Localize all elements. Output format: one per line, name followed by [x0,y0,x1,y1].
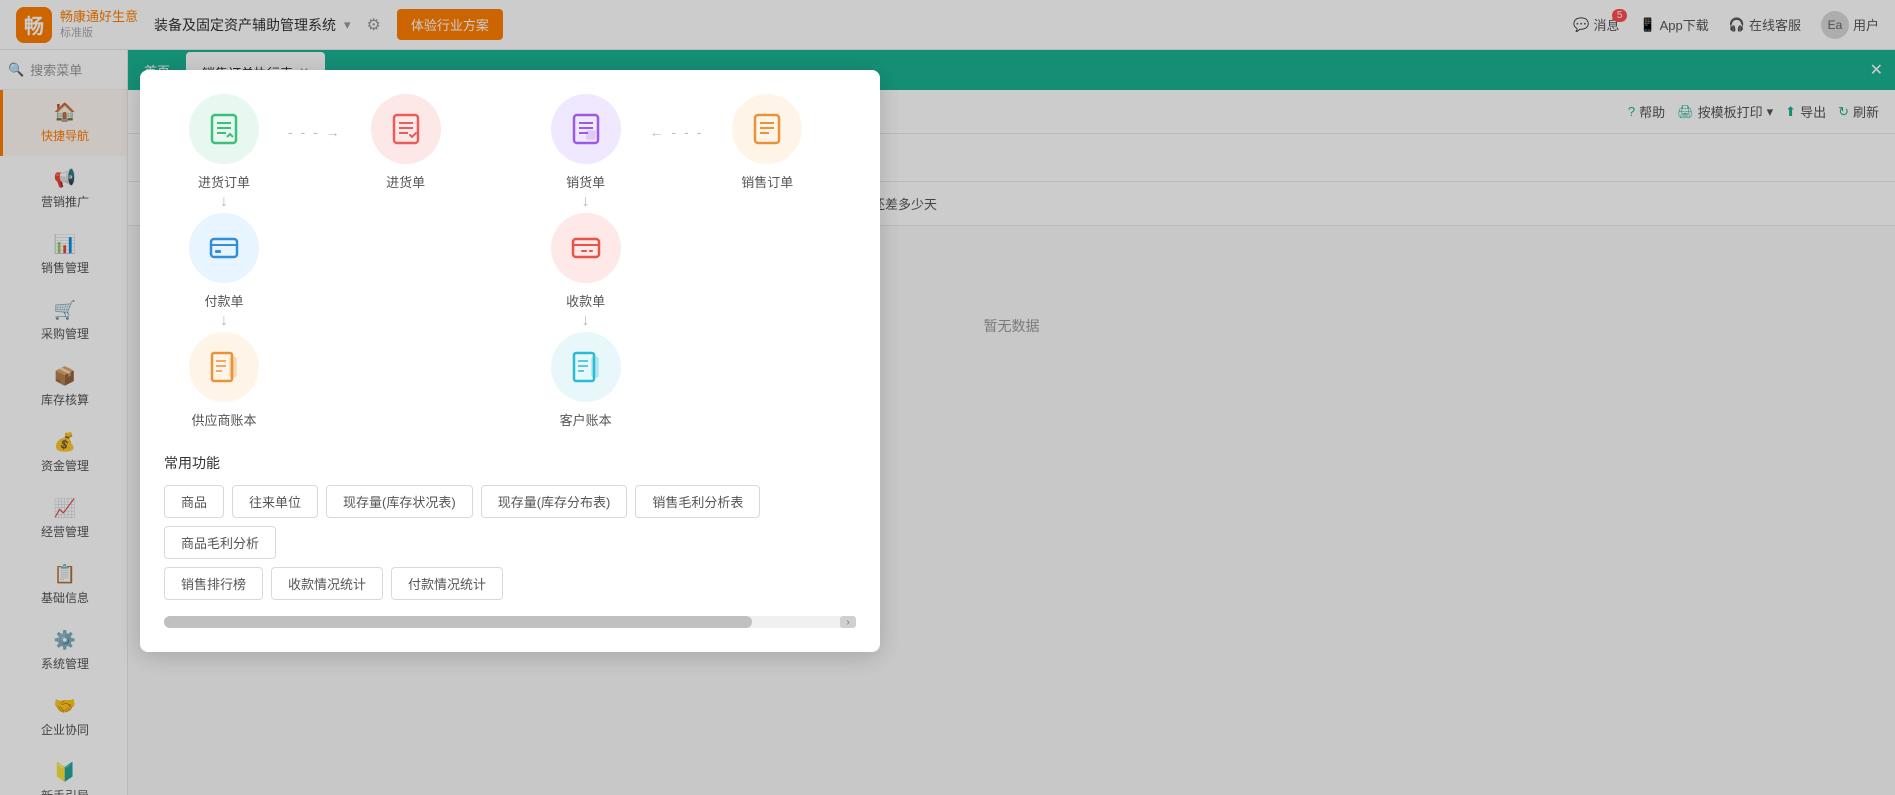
purchase-bill-label: 进货单 [386,172,425,191]
flow-diagram: 进货订单 ↓ 付款单 ↓ [164,94,856,429]
flow-node-customer-ledger[interactable]: 客户账本 [526,332,646,429]
func-btn-stock-dist[interactable]: 现存量(库存分布表) [481,485,628,518]
flow-col-left: 进货订单 ↓ 付款单 ↓ [164,94,284,429]
func-buttons-row2: 销售排行榜 收款情况统计 付款情况统计 [164,567,856,600]
sales-order-label: 销售订单 [741,172,793,191]
popup-overlay[interactable]: 进货订单 ↓ 付款单 ↓ [0,0,1895,795]
payment-label: 付款单 [204,291,243,310]
flow-node-sales-bill[interactable]: 销货单 [526,94,646,191]
supplier-ledger-icon-circle [189,332,259,402]
func-buttons-row1: 商品 往来单位 现存量(库存状况表) 现存量(库存分布表) 销售毛利分析表 商品… [164,485,856,559]
h-arrow-1: - - - → [284,94,346,140]
flow-node-sales-order[interactable]: 销售订单 [707,94,827,191]
arrow-down-4: ↓ [582,312,590,330]
func-btn-product[interactable]: 商品 [164,485,224,518]
sales-bill-label: 销货单 [566,172,605,191]
flow-node-receipt[interactable]: 收款单 [526,213,646,310]
flow-col-mid-left: 进货单 [346,94,466,311]
func-btn-counterpart[interactable]: 往来单位 [232,485,318,518]
arrow-down-3: ↓ [582,193,590,211]
purchase-bill-icon-circle [371,94,441,164]
supplier-ledger-label: 供应商账本 [191,410,256,429]
func-btn-receipt-stats[interactable]: 收款情况统计 [271,567,383,600]
common-functions-title: 常用功能 [164,453,856,473]
flow-node-supplier-ledger[interactable]: 供应商账本 [164,332,284,429]
receipt-label: 收款单 [566,291,605,310]
sales-order-icon-circle [732,94,802,164]
flow-col-mid-right: 销货单 ↓ 收款单 ↓ [526,94,646,429]
popup-box: 进货订单 ↓ 付款单 ↓ [140,70,880,652]
payment-icon-circle [189,213,259,283]
purchase-order-icon-circle [189,94,259,164]
sales-bill-icon-circle [551,94,621,164]
purchase-order-label: 进货订单 [198,172,250,191]
func-btn-payment-stats[interactable]: 付款情况统计 [391,567,503,600]
receipt-icon-circle [551,213,621,283]
func-btn-sales-gross[interactable]: 销售毛利分析表 [635,485,760,518]
flow-col-right: 销售订单 [707,94,827,191]
customer-ledger-label: 客户账本 [560,410,612,429]
func-btn-sales-rank[interactable]: 销售排行榜 [164,567,263,600]
func-btn-stock-status[interactable]: 现存量(库存状况表) [326,485,473,518]
func-btn-product-gross[interactable]: 商品毛利分析 [164,526,276,559]
flow-node-purchase-bill[interactable]: 进货单 [346,94,466,191]
arrow-down-1: ↓ [220,193,228,211]
h-arrow-2: ← - - - [646,94,708,140]
flow-node-purchase-order[interactable]: 进货订单 [164,94,284,191]
arrow-down-2: ↓ [220,312,228,330]
common-functions-section: 常用功能 商品 往来单位 现存量(库存状况表) 现存量(库存分布表) 销售毛利分… [164,453,856,600]
popup-scrollbar-thumb [164,616,752,628]
popup-scrollbar[interactable]: › [164,616,856,628]
customer-ledger-icon-circle [551,332,621,402]
flow-node-payment[interactable]: 付款单 [164,213,284,310]
popup-scrollbar-next-btn[interactable]: › [840,616,856,628]
